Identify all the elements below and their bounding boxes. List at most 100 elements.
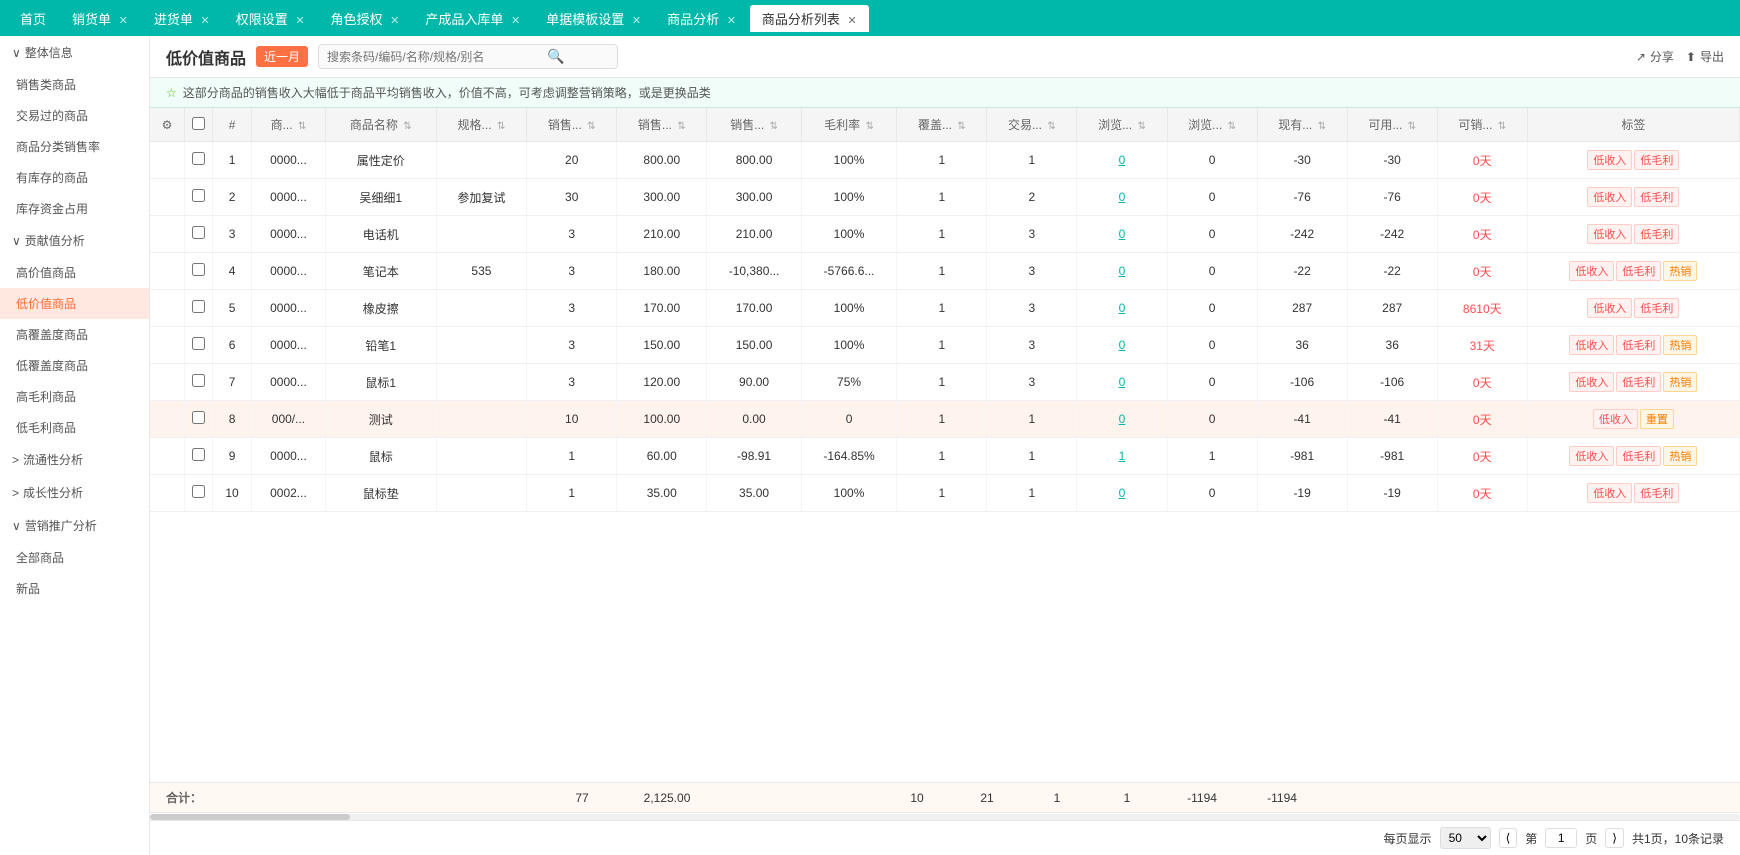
page-number-input[interactable]	[1545, 828, 1577, 848]
row-checkbox[interactable]	[192, 374, 205, 387]
sidebar-item-capital[interactable]: 库存资金占用	[0, 193, 149, 224]
sidebar-item-high-coverage[interactable]: 高覆盖度商品	[0, 319, 149, 350]
available-cell: -981	[1347, 438, 1437, 475]
code-column-header[interactable]: 商... ⇅	[252, 108, 326, 142]
browse-link[interactable]: 0	[1119, 301, 1126, 315]
nav-tab-home[interactable]: 首页	[8, 5, 58, 32]
checkbox-cell[interactable]	[185, 216, 213, 253]
checkbox-cell[interactable]	[185, 253, 213, 290]
gross-margin-cell: 100%	[801, 216, 896, 253]
checkbox-cell[interactable]	[185, 364, 213, 401]
name-column-header[interactable]: 商品名称 ⇅	[325, 108, 436, 142]
checkbox-cell[interactable]	[185, 438, 213, 475]
chevron-right-icon: >	[12, 486, 19, 500]
sidebar-item-high-margin[interactable]: 高毛利商品	[0, 381, 149, 412]
nav-tab-analysis-list[interactable]: 商品分析列表 ✕	[750, 5, 869, 32]
browse-link[interactable]: 0	[1119, 338, 1126, 352]
row-checkbox[interactable]	[192, 337, 205, 350]
sidebar-group-marketing[interactable]: ∨ 营销推广分析	[0, 509, 149, 542]
search-input[interactable]	[327, 50, 547, 64]
close-icon[interactable]: ✕	[632, 15, 641, 27]
first-page-button[interactable]: ⟨	[1499, 828, 1518, 848]
time-filter-button[interactable]: 近一月	[256, 46, 308, 67]
row-checkbox[interactable]	[192, 263, 205, 276]
browse-link[interactable]: 0	[1119, 153, 1126, 167]
checkbox-cell[interactable]	[185, 179, 213, 216]
nav-tab-template[interactable]: 单据模板设置 ✕	[534, 5, 653, 32]
browse1-column-header[interactable]: 浏览... ⇅	[1077, 108, 1167, 142]
browse2-column-header[interactable]: 浏览... ⇅	[1167, 108, 1257, 142]
close-icon[interactable]: ✕	[727, 15, 736, 27]
gross-margin-column-header[interactable]: 毛利率 ⇅	[801, 108, 896, 142]
browse1-cell: 1	[1077, 438, 1167, 475]
checkbox-cell[interactable]	[185, 401, 213, 438]
sidebar-item-traded-goods[interactable]: 交易过的商品	[0, 100, 149, 131]
row-checkbox[interactable]	[192, 485, 205, 498]
browse-link[interactable]: 0	[1119, 264, 1126, 278]
horizontal-scrollbar[interactable]	[150, 812, 1740, 820]
sellable-column-header[interactable]: 可销... ⇅	[1437, 108, 1527, 142]
tags-cell: 低收入低毛利	[1527, 179, 1739, 216]
nav-tab-sales[interactable]: 销货单 ✕	[60, 5, 140, 32]
sidebar-group-growth[interactable]: > 成长性分析	[0, 476, 149, 509]
sales-amount-column-header[interactable]: 销售... ⇅	[617, 108, 707, 142]
close-icon[interactable]: ✕	[119, 15, 128, 27]
available-column-header[interactable]: 可用... ⇅	[1347, 108, 1437, 142]
nav-tab-inventory[interactable]: 产成品入库单 ✕	[413, 5, 532, 32]
sidebar-item-stock-goods[interactable]: 有库存的商品	[0, 162, 149, 193]
coverage-column-header[interactable]: 覆盖... ⇅	[897, 108, 987, 142]
checkbox-cell[interactable]	[185, 142, 213, 179]
sales-qty-column-header[interactable]: 销售... ⇅	[527, 108, 617, 142]
next-page-button[interactable]: ⟩	[1605, 828, 1624, 848]
close-icon[interactable]: ✕	[511, 15, 520, 27]
sidebar-item-low-coverage[interactable]: 低覆盖度商品	[0, 350, 149, 381]
share-button[interactable]: ↗ 分享	[1636, 48, 1674, 65]
export-button[interactable]: ⬆ 导出	[1686, 48, 1724, 65]
row-checkbox[interactable]	[192, 152, 205, 165]
checkbox-cell[interactable]	[185, 475, 213, 512]
nav-tab-purchase[interactable]: 进货单 ✕	[142, 5, 222, 32]
nav-tab-permissions[interactable]: 权限设置 ✕	[224, 5, 317, 32]
sidebar-group-contribution[interactable]: ∨ 贡献值分析	[0, 224, 149, 257]
sidebar-item-high-value[interactable]: 高价值商品	[0, 257, 149, 288]
browse-link[interactable]: 0	[1119, 227, 1126, 241]
transactions-column-header[interactable]: 交易... ⇅	[987, 108, 1077, 142]
row-checkbox[interactable]	[192, 411, 205, 424]
transactions-cell: 1	[987, 142, 1077, 179]
checkbox-cell[interactable]	[185, 327, 213, 364]
nav-tab-analysis[interactable]: 商品分析 ✕	[655, 5, 748, 32]
sidebar-group-circulation[interactable]: > 流通性分析	[0, 443, 149, 476]
nav-tab-roles[interactable]: 角色授权 ✕	[319, 5, 412, 32]
sidebar-item-low-value[interactable]: 低价值商品	[0, 288, 149, 319]
row-checkbox[interactable]	[192, 448, 205, 461]
sidebar-item-category-rate[interactable]: 商品分类销售率	[0, 131, 149, 162]
row-checkbox[interactable]	[192, 189, 205, 202]
spec-column-header[interactable]: 规格... ⇅	[436, 108, 527, 142]
sidebar-item-sales-goods[interactable]: 销售类商品	[0, 69, 149, 100]
browse-link[interactable]: 1	[1119, 449, 1126, 463]
per-page-select[interactable]: 50 100 200	[1440, 827, 1491, 849]
gear-cell	[150, 364, 185, 401]
browse-link[interactable]: 0	[1119, 190, 1126, 204]
sidebar-group-overall[interactable]: ∨ 整体信息	[0, 36, 149, 69]
row-checkbox[interactable]	[192, 300, 205, 313]
close-icon[interactable]: ✕	[390, 15, 399, 27]
sidebar-item-new-goods[interactable]: 新品	[0, 573, 149, 604]
select-all-checkbox[interactable]	[192, 117, 205, 130]
checkbox-cell[interactable]	[185, 290, 213, 327]
close-icon[interactable]: ✕	[295, 15, 304, 27]
settings-icon[interactable]: ⚙	[162, 118, 173, 132]
sidebar-item-all-goods[interactable]: 全部商品	[0, 542, 149, 573]
sidebar-group-label: 整体信息	[25, 44, 73, 61]
browse-link[interactable]: 0	[1119, 375, 1126, 389]
close-icon[interactable]: ✕	[200, 15, 209, 27]
sales-avg-column-header[interactable]: 销售... ⇅	[707, 108, 801, 142]
stock-column-header[interactable]: 现有... ⇅	[1257, 108, 1347, 142]
browse-link[interactable]: 0	[1119, 412, 1126, 426]
row-checkbox[interactable]	[192, 226, 205, 239]
gear-column-header[interactable]: ⚙	[150, 108, 185, 142]
search-icon[interactable]: 🔍	[547, 48, 564, 65]
sidebar-item-low-margin[interactable]: 低毛利商品	[0, 412, 149, 443]
close-icon[interactable]: ✕	[848, 15, 857, 27]
browse-link[interactable]: 0	[1119, 486, 1126, 500]
